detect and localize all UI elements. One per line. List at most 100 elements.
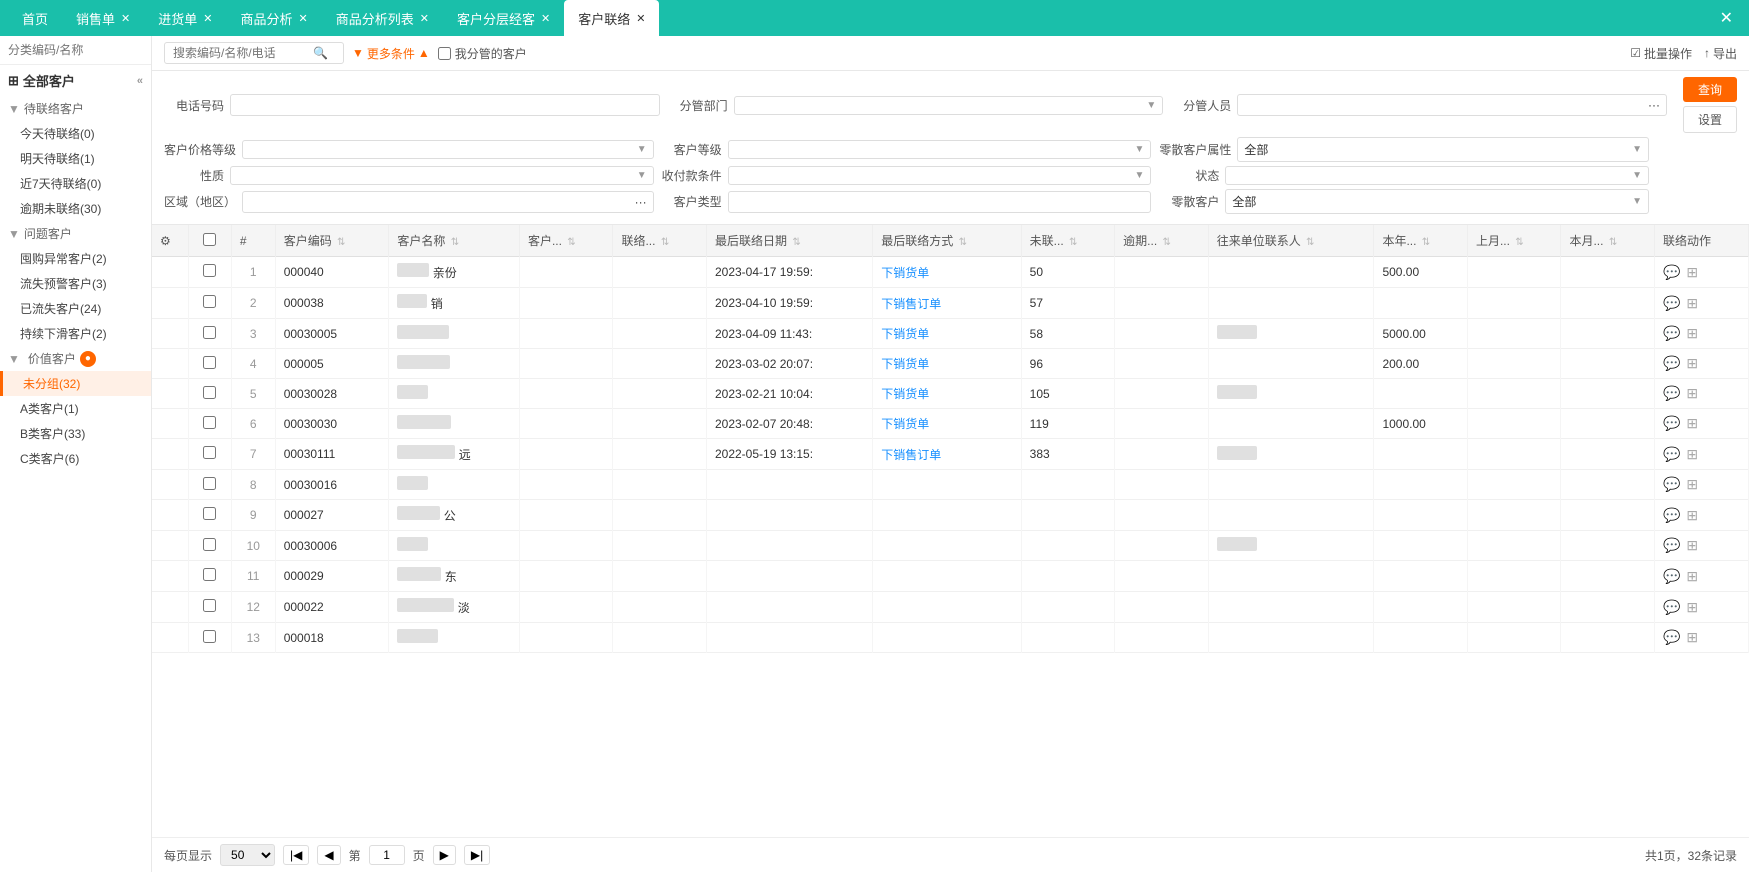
tab-goods-analysis-list[interactable]: 商品分析列表 ✕ — [322, 0, 443, 36]
tab-customer-segment[interactable]: 客户分层经客 ✕ — [443, 0, 564, 36]
prev-page-btn[interactable]: ◀ — [317, 845, 340, 865]
th-last-month[interactable]: 上月... ⇅ — [1467, 225, 1561, 257]
window-close-btn[interactable]: ✕ — [1712, 8, 1741, 28]
sidebar-item-b-class[interactable]: B类客户(33) — [0, 421, 151, 446]
row-checkbox[interactable] — [188, 561, 231, 592]
reset-button[interactable]: 设置 — [1683, 106, 1737, 133]
row-checkbox[interactable] — [188, 409, 231, 439]
message-icon[interactable]: 💬 — [1663, 629, 1680, 646]
sidebar-collapse-btn[interactable]: « — [137, 75, 143, 87]
th-contact-person[interactable]: 往来单位联系人 ⇅ — [1208, 225, 1374, 257]
message-icon[interactable]: 💬 — [1663, 537, 1680, 554]
select-all-checkbox[interactable] — [203, 233, 216, 246]
message-icon[interactable]: 💬 — [1663, 507, 1680, 524]
th-settings[interactable]: ⚙ — [152, 225, 188, 257]
grid-icon[interactable]: ⊞ — [1686, 325, 1698, 342]
sidebar-group-problem[interactable]: ▼ 问题客户 — [0, 221, 151, 246]
price-grade-select[interactable]: ▼ — [242, 140, 654, 159]
retail-attr-select[interactable]: 全部▼ — [1237, 137, 1649, 162]
status-select[interactable]: ▼ — [1225, 166, 1649, 185]
message-icon[interactable]: 💬 — [1663, 264, 1680, 281]
tab-goods-analysis[interactable]: 商品分析 ✕ — [226, 0, 321, 36]
th-contact[interactable]: 联络... ⇅ — [613, 225, 707, 257]
grid-icon[interactable]: ⊞ — [1686, 355, 1698, 372]
th-uncontact[interactable]: 未联... ⇅ — [1021, 225, 1115, 257]
message-icon[interactable]: 💬 — [1663, 599, 1680, 616]
th-this-month[interactable]: 本月... ⇅ — [1561, 225, 1655, 257]
row-checkbox[interactable] — [188, 379, 231, 409]
manager-select[interactable]: ··· — [1237, 94, 1667, 116]
query-button[interactable]: 查询 — [1683, 77, 1737, 102]
grid-icon[interactable]: ⊞ — [1686, 295, 1698, 312]
sidebar-item-today-pending[interactable]: 今天待联络(0) — [0, 121, 151, 146]
row-checkbox[interactable] — [188, 592, 231, 623]
tab-home[interactable]: 首页 — [8, 0, 62, 36]
message-icon[interactable]: 💬 — [1663, 476, 1680, 493]
tab-purchase[interactable]: 进货单 ✕ — [144, 0, 226, 36]
message-icon[interactable]: 💬 — [1663, 325, 1680, 342]
sidebar-group-pending[interactable]: ▼ 待联络客户 — [0, 96, 151, 121]
th-type[interactable]: 客户... ⇅ — [519, 225, 613, 257]
sidebar-group-value[interactable]: ▼ 价值客户 ● — [0, 346, 151, 371]
sidebar-item-week-pending[interactable]: 近7天待联络(0) — [0, 171, 151, 196]
grid-icon[interactable]: ⊞ — [1686, 568, 1698, 585]
tab-purchase-close[interactable]: ✕ — [203, 12, 212, 25]
sidebar-item-c-class[interactable]: C类客户(6) — [0, 446, 151, 471]
row-checkbox[interactable] — [188, 470, 231, 500]
phone-input[interactable] — [230, 94, 660, 116]
filter-search-icon[interactable]: 🔍 — [313, 46, 328, 60]
filter-search-input[interactable] — [173, 46, 313, 60]
grid-icon[interactable]: ⊞ — [1686, 264, 1698, 281]
row-checkbox[interactable] — [188, 531, 231, 561]
th-checkbox[interactable] — [188, 225, 231, 257]
grid-icon[interactable]: ⊞ — [1686, 599, 1698, 616]
sidebar-search-input[interactable] — [8, 43, 152, 57]
first-page-btn[interactable]: |◀ — [283, 845, 309, 865]
region-select[interactable]: ··· — [242, 191, 654, 213]
export-btn[interactable]: ↑ 导出 — [1704, 45, 1737, 62]
row-checkbox[interactable] — [188, 319, 231, 349]
customer-type-input[interactable] — [728, 191, 1152, 213]
sidebar-item-a-class[interactable]: A类客户(1) — [0, 396, 151, 421]
th-last-contact-method[interactable]: 最后联络方式 ⇅ — [873, 225, 1021, 257]
message-icon[interactable]: 💬 — [1663, 415, 1680, 432]
th-last-contact-date[interactable]: 最后联络日期 ⇅ — [706, 225, 872, 257]
message-icon[interactable]: 💬 — [1663, 446, 1680, 463]
sidebar-item-churn-warning[interactable]: 流失预警客户(3) — [0, 271, 151, 296]
sidebar-item-tomorrow-pending[interactable]: 明天待联络(1) — [0, 146, 151, 171]
retail-customer-select[interactable]: 全部▼ — [1225, 189, 1649, 214]
dept-select[interactable]: ▼ — [734, 96, 1164, 115]
tab-goods-analysis-close[interactable]: ✕ — [299, 12, 308, 25]
message-icon[interactable]: 💬 — [1663, 295, 1680, 312]
row-checkbox[interactable] — [188, 288, 231, 319]
tab-goods-analysis-list-close[interactable]: ✕ — [420, 12, 429, 25]
payment-select[interactable]: ▼ — [728, 166, 1152, 185]
message-icon[interactable]: 💬 — [1663, 568, 1680, 585]
sidebar-item-abnormal[interactable]: 囤购异常客户(2) — [0, 246, 151, 271]
last-page-btn[interactable]: ▶| — [464, 845, 490, 865]
sidebar-all-customers[interactable]: ⊞ 全部客户 « — [0, 65, 151, 96]
customer-grade-select[interactable]: ▼ — [728, 140, 1152, 159]
tab-customer-segment-close[interactable]: ✕ — [541, 12, 550, 25]
row-checkbox[interactable] — [188, 623, 231, 653]
row-checkbox[interactable] — [188, 257, 231, 288]
message-icon[interactable]: 💬 — [1663, 355, 1680, 372]
filter-more-btn[interactable]: ▼ 更多条件 ▲ — [352, 45, 430, 62]
tab-sales-close[interactable]: ✕ — [121, 12, 130, 25]
batch-operation-btn[interactable]: ☑ 批量操作 — [1630, 45, 1692, 62]
grid-icon[interactable]: ⊞ — [1686, 507, 1698, 524]
filter-my-customers[interactable]: 我分管的客户 — [438, 45, 527, 62]
row-checkbox[interactable] — [188, 349, 231, 379]
nature-select[interactable]: ▼ — [230, 166, 654, 185]
th-overdue[interactable]: 逾期... ⇅ — [1115, 225, 1209, 257]
row-checkbox[interactable] — [188, 439, 231, 470]
tab-customer-contact-close[interactable]: ✕ — [636, 12, 645, 25]
sidebar-item-churned[interactable]: 已流失客户(24) — [0, 296, 151, 321]
tab-sales[interactable]: 销售单 ✕ — [62, 0, 144, 36]
message-icon[interactable]: 💬 — [1663, 385, 1680, 402]
page-size-select[interactable]: 50 100 200 — [220, 844, 275, 866]
th-code[interactable]: 客户编码 ⇅ — [275, 225, 389, 257]
th-name[interactable]: 客户名称 ⇅ — [389, 225, 520, 257]
page-number-input[interactable] — [369, 845, 405, 865]
next-page-btn[interactable]: ▶ — [433, 845, 456, 865]
